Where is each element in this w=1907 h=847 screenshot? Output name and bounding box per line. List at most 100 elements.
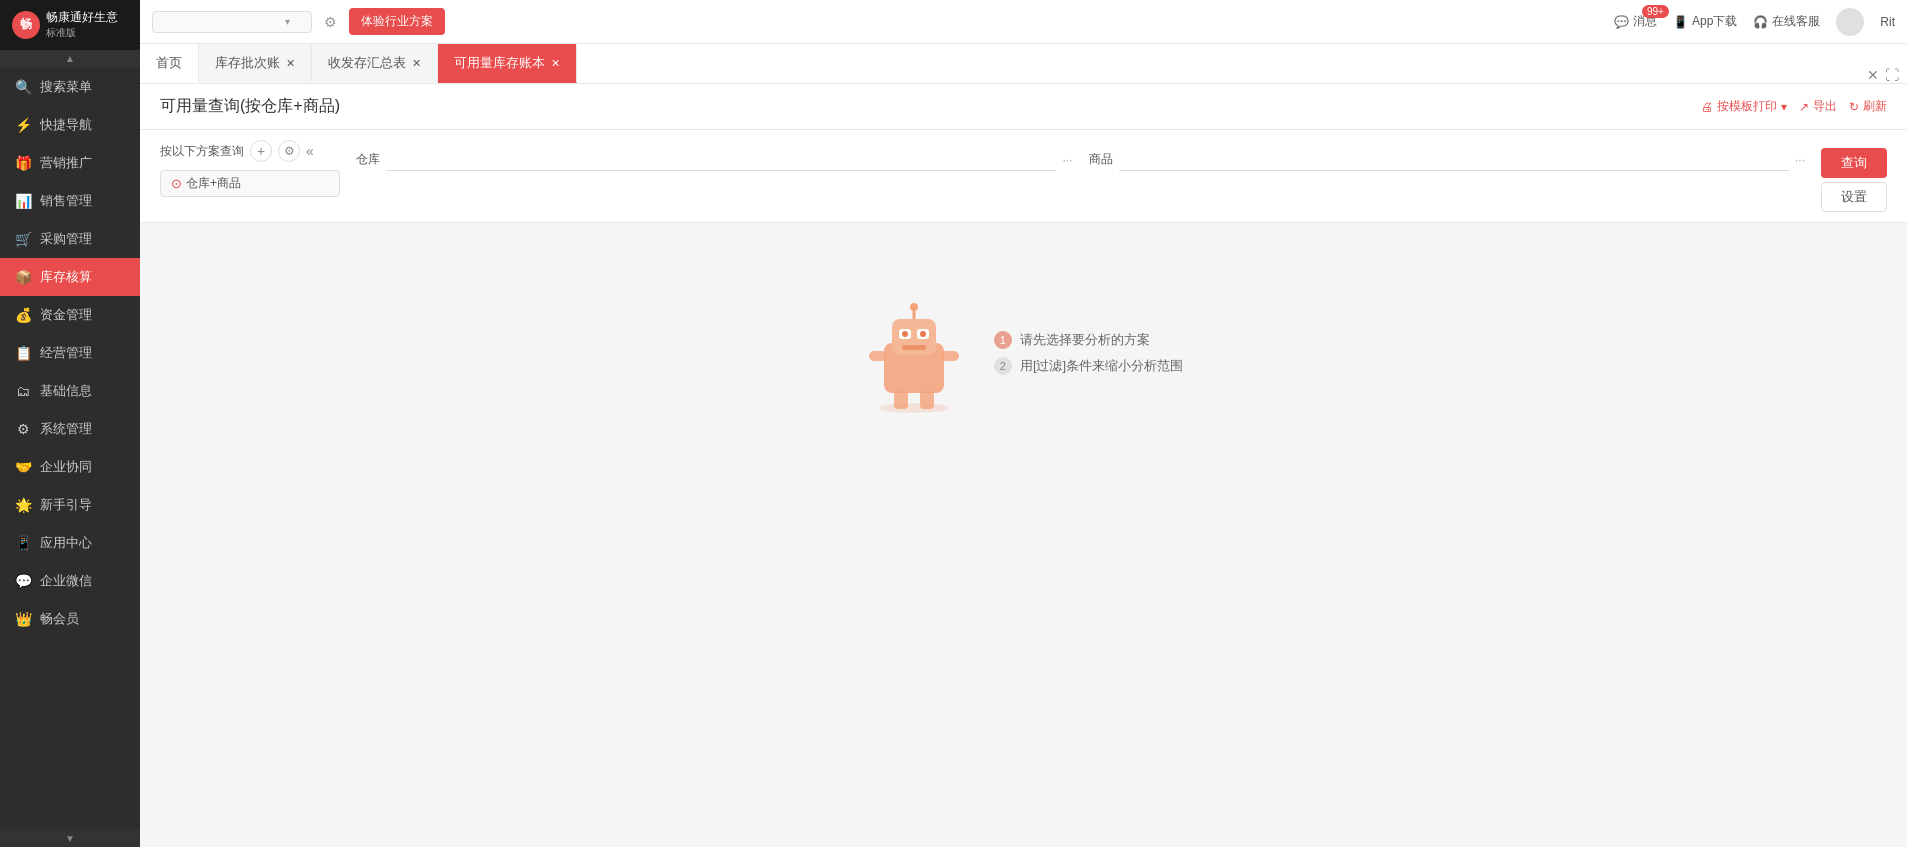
hint-num-2: 2 [994,357,1012,375]
sidebar-scroll-down[interactable]: ▼ [0,829,140,847]
tab-summary[interactable]: 收发存汇总表 ✕ [312,44,438,83]
service-icon: 🎧 [1753,15,1768,29]
tab-batch-close[interactable]: ✕ [286,57,295,70]
export-label: 导出 [1813,98,1837,115]
empty-illustration [864,303,964,403]
sidebar-item-operation-label: 经营管理 [40,344,92,362]
query-filter-section: 按以下方案查询 + ⚙ « ⊙ 仓库+商品 仓库 ··· 商品 [140,130,1907,223]
tab-summary-label: 收发存汇总表 [328,54,406,72]
sidebar-item-marketing[interactable]: 🎁 营销推广 [0,144,140,182]
sidebar: 畅 畅康通好生意 标准版 ▲ 🔍 搜索菜单 ⚡ 快捷导航 🎁 营销推广 📊 销售… [0,0,140,847]
sidebar-item-shortcut-label: 快捷导航 [40,116,92,134]
tab-home[interactable]: 首页 [140,44,199,83]
sidebar-item-appstore[interactable]: 📱 应用中心 [0,524,140,562]
export-icon: ↗ [1799,100,1809,114]
app-logo: 畅 [12,11,40,39]
add-scheme-button[interactable]: + [250,140,272,162]
industry-solution-button[interactable]: 体验行业方案 [349,8,445,35]
page-title: 可用量查询(按仓库+商品) [160,96,340,117]
tab-batch[interactable]: 库存批次账 ✕ [199,44,312,83]
sidebar-item-purchase-label: 采购管理 [40,230,92,248]
sidebar-item-sales[interactable]: 📊 销售管理 [0,182,140,220]
tab-close-button[interactable]: ✕ [1867,67,1879,83]
sidebar-item-finance[interactable]: 💰 资金管理 [0,296,140,334]
sidebar-item-finance-label: 资金管理 [40,306,92,324]
sidebar-item-newbie[interactable]: 🌟 新手引导 [0,486,140,524]
query-scheme-panel: 按以下方案查询 + ⚙ « ⊙ 仓库+商品 [160,140,340,197]
app-name: 畅康通好生意 [46,10,118,26]
sidebar-item-basic-label: 基础信息 [40,382,92,400]
sidebar-item-inventory[interactable]: 📦 库存核算 [0,258,140,296]
hint-num-1: 1 [994,331,1012,349]
svg-rect-10 [869,351,887,361]
app-download-button[interactable]: 📱 App下载 [1673,13,1737,30]
newbie-icon: 🌟 [14,497,32,513]
filter-warehouse: 仓库 ··· [356,148,1073,171]
sidebar-nav: 🔍 搜索菜单 ⚡ 快捷导航 🎁 营销推广 📊 销售管理 🛒 采购管理 📦 库存核… [0,68,140,829]
sidebar-item-purchase[interactable]: 🛒 采购管理 [0,220,140,258]
scheme-icon: ⊙ [171,176,182,191]
tab-available-close[interactable]: ✕ [551,57,560,70]
finance-icon: 💰 [14,307,32,323]
sidebar-scroll-up[interactable]: ▲ [0,50,140,68]
app-edition: 标准版 [46,26,118,40]
sidebar-header: 畅 畅康通好生意 标准版 [0,0,140,50]
gear-icon[interactable]: ⚙ [320,10,341,34]
refresh-button[interactable]: ↻ 刷新 [1849,98,1887,115]
search-input[interactable] [161,15,281,29]
system-icon: ⚙ [14,421,32,437]
svg-rect-11 [941,351,959,361]
tab-available-label: 可用量库存账本 [454,54,545,72]
filter-inputs: 仓库 ··· 商品 ··· 查询 设置 [356,140,1887,212]
collapse-button[interactable]: « [306,143,314,159]
goods-label: 商品 [1089,151,1113,168]
sidebar-item-wechat[interactable]: 💬 企业微信 [0,562,140,600]
sidebar-item-basic[interactable]: 🗂 基础信息 [0,372,140,410]
sidebar-item-enterprise[interactable]: 🤝 企业协同 [0,448,140,486]
tab-summary-close[interactable]: ✕ [412,57,421,70]
sidebar-item-shortcut[interactable]: ⚡ 快捷导航 [0,106,140,144]
sidebar-item-system-label: 系统管理 [40,420,92,438]
message-button[interactable]: 💬 消息 99+ [1614,13,1657,30]
refresh-label: 刷新 [1863,98,1887,115]
search-box[interactable]: ▾ [152,11,312,33]
sidebar-item-inventory-label: 库存核算 [40,268,92,286]
goods-more-button[interactable]: ··· [1795,153,1805,167]
scheme-warehouse-goods[interactable]: ⊙ 仓库+商品 [160,170,340,197]
svg-rect-13 [920,391,934,409]
search-chevron-icon[interactable]: ▾ [285,16,290,27]
warehouse-input[interactable] [386,148,1056,171]
hint-1: 1 请先选择要分析的方案 [994,331,1183,349]
export-button[interactable]: ↗ 导出 [1799,98,1837,115]
sidebar-item-marketing-label: 营销推广 [40,154,92,172]
print-button[interactable]: 🖨 按模板打印 ▾ [1701,98,1787,115]
username[interactable]: Rit [1880,15,1895,29]
sidebar-item-member[interactable]: 👑 畅会员 [0,600,140,638]
purchase-icon: 🛒 [14,231,32,247]
tab-expand-button[interactable]: ⛶ [1885,67,1899,83]
settings-button[interactable]: 设置 [1821,182,1887,212]
scheme-settings-button[interactable]: ⚙ [278,140,300,162]
query-button[interactable]: 查询 [1821,148,1887,178]
svg-point-6 [920,331,926,337]
warehouse-label: 仓库 [356,151,380,168]
sidebar-item-system[interactable]: ⚙ 系统管理 [0,410,140,448]
sidebar-item-wechat-label: 企业微信 [40,572,92,590]
app-download-label: App下载 [1692,13,1737,30]
sidebar-item-operation[interactable]: 📋 经营管理 [0,334,140,372]
hint-text-1: 请先选择要分析的方案 [1020,331,1150,349]
filter-action-buttons: 查询 设置 [1821,148,1887,212]
sidebar-item-search[interactable]: 🔍 搜索菜单 [0,68,140,106]
topbar: ▾ ⚙ 体验行业方案 💬 消息 99+ 📱 App下载 🎧 在线客服 Rit [140,0,1907,44]
warehouse-more-button[interactable]: ··· [1062,153,1072,167]
tab-available[interactable]: 可用量库存账本 ✕ [438,44,577,83]
online-service-button[interactable]: 🎧 在线客服 [1753,13,1820,30]
service-label: 在线客服 [1772,13,1820,30]
robot-svg [864,303,964,413]
goods-input[interactable] [1119,148,1789,171]
inventory-icon: 📦 [14,269,32,285]
empty-state-content: 1 请先选择要分析的方案 2 用[过滤]条件来缩小分析范围 [864,303,1183,403]
tab-batch-label: 库存批次账 [215,54,280,72]
svg-point-8 [910,303,918,311]
tab-home-label: 首页 [156,54,182,72]
